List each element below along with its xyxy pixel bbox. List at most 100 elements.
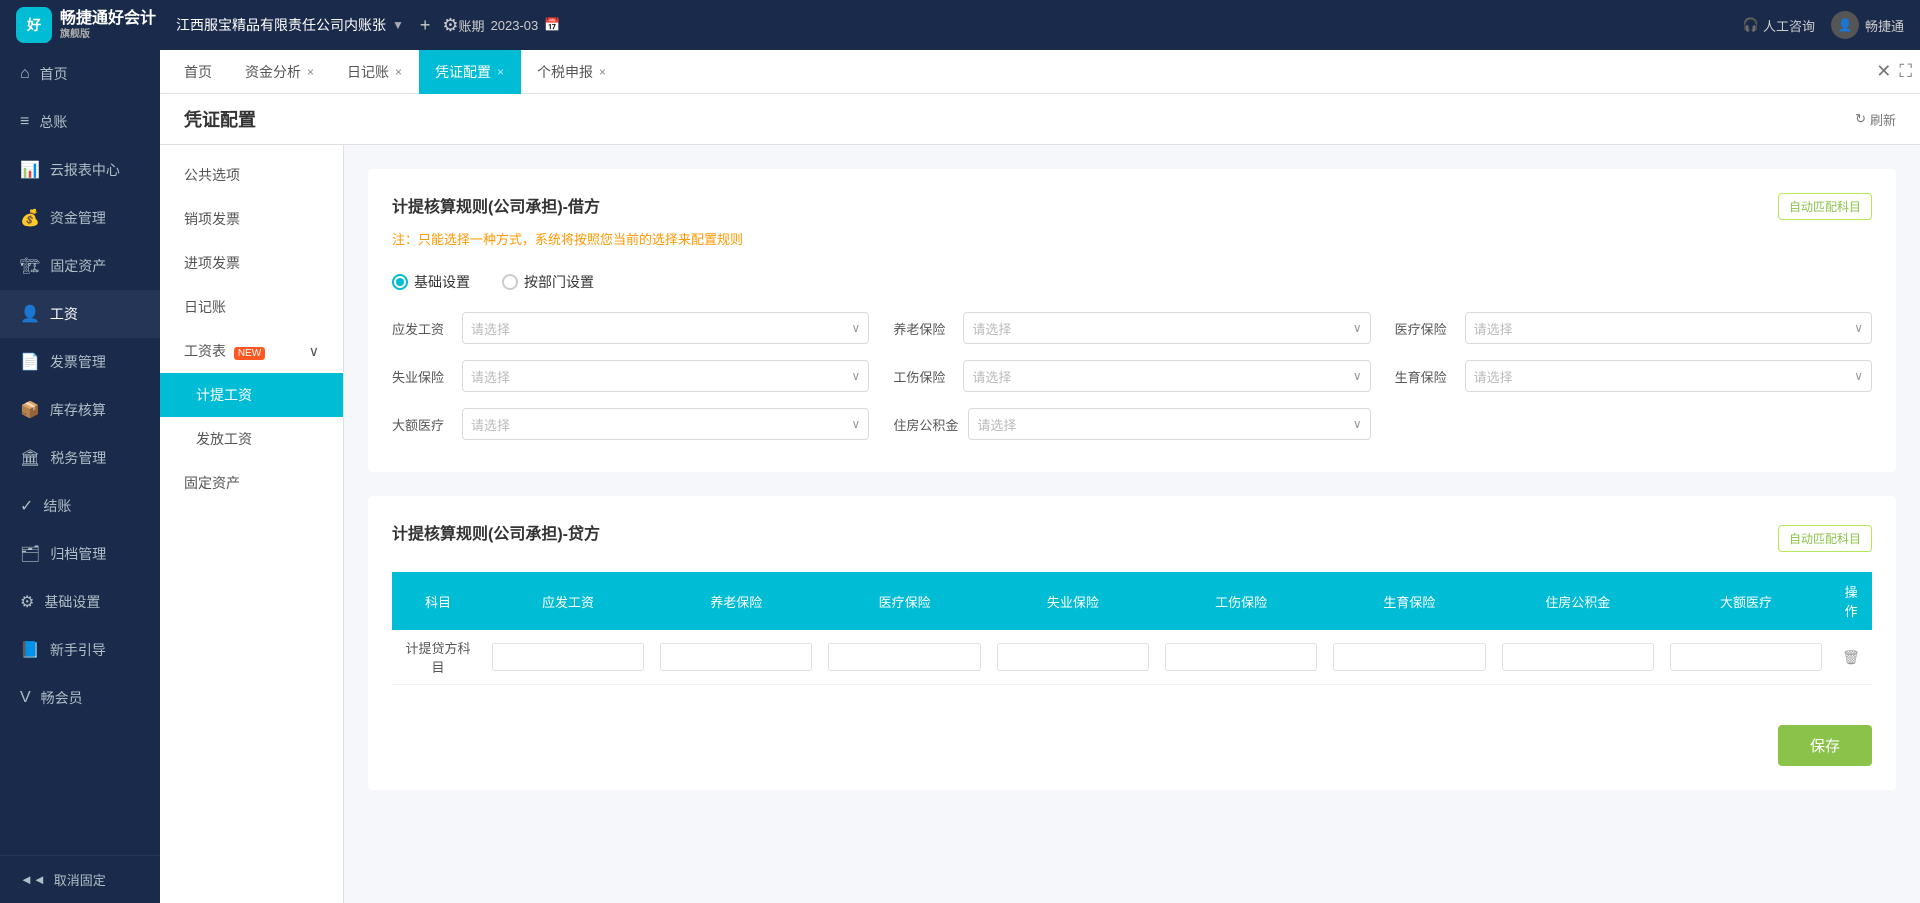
tab-home[interactable]: 首页 bbox=[168, 50, 229, 94]
credit-section: 计提核算规则(公司承担)-贷方 自动匹配科目 科目 应发工资 养老保险 医疗保险 bbox=[368, 496, 1896, 790]
tab-journal-close-icon[interactable]: × bbox=[395, 65, 402, 79]
col-injury: 工伤保险 bbox=[1157, 572, 1325, 630]
tab-journal[interactable]: 日记账 × bbox=[331, 50, 419, 94]
support-link[interactable]: 🎧 人工咨询 bbox=[1743, 16, 1815, 35]
sidebar-item-tax[interactable]: 🏛 税务管理 bbox=[0, 434, 160, 482]
page-title: 凭证配置 bbox=[184, 106, 256, 132]
sidebar-label-tax: 税务管理 bbox=[50, 448, 106, 468]
sidebar-label-assets: 固定资产 bbox=[50, 256, 106, 276]
sidebar-item-assets[interactable]: 🏗 固定资产 bbox=[0, 242, 160, 290]
large-medical-select[interactable]: 请选择 ∨ bbox=[462, 408, 869, 440]
cancel-pin-button[interactable]: ◄◄ 取消固定 bbox=[0, 855, 160, 903]
tab-voucher-config[interactable]: 凭证配置 × bbox=[419, 50, 521, 94]
medical-select[interactable]: 请选择 ∨ bbox=[1465, 312, 1872, 344]
company-chevron-icon: ▼ bbox=[392, 18, 404, 32]
add-button[interactable]: + bbox=[420, 15, 431, 36]
settings-button[interactable]: ⚙ bbox=[442, 15, 458, 36]
sidebar-item-guide[interactable]: 📘 新手引导 bbox=[0, 626, 160, 674]
save-button[interactable]: 保存 bbox=[1778, 725, 1872, 766]
field-injury: 工伤保险 请选择 ∨ bbox=[893, 360, 1370, 392]
housing-fund-select[interactable]: 请选择 ∨ bbox=[968, 408, 1370, 440]
main-layout: ⌂ 首页 ≡ 总账 📊 云报表中心 💰 资金管理 🏗 固定资产 👤 工资 📄 发… bbox=[0, 50, 1920, 903]
tab-tax-report[interactable]: 个税申报 × bbox=[521, 50, 623, 94]
sidebar-item-settings[interactable]: ⚙ 基础设置 bbox=[0, 578, 160, 626]
logo-icon: 好 bbox=[16, 7, 52, 43]
page-header: 凭证配置 ↻ 刷新 bbox=[160, 94, 1920, 145]
radio-department[interactable]: 按部门设置 bbox=[502, 272, 594, 292]
tab-voucher-close-icon[interactable]: × bbox=[497, 65, 504, 79]
sidebar-label-close: 结账 bbox=[43, 496, 71, 516]
company-selector[interactable]: 江西服宝精品有限责任公司内账张 ▼ bbox=[176, 15, 404, 35]
guide-icon: 📘 bbox=[20, 640, 40, 660]
sidebar-item-ledger[interactable]: ≡ 总账 bbox=[0, 98, 160, 146]
expand-icon: ∨ bbox=[309, 343, 319, 360]
sub-menu-sales-invoice[interactable]: 销项发票 bbox=[160, 197, 343, 241]
tab-tax-close-icon[interactable]: × bbox=[599, 65, 606, 79]
sub-menu-purchase-invoice[interactable]: 进项发票 bbox=[160, 241, 343, 285]
auto-match-credit-button[interactable]: 自动匹配科目 bbox=[1778, 525, 1872, 552]
ledger-icon: ≡ bbox=[20, 113, 29, 131]
tab-funds-analysis[interactable]: 资金分析 × bbox=[229, 50, 331, 94]
sub-menu-fixed-assets[interactable]: 固定资产 bbox=[160, 461, 343, 505]
maternity-select[interactable]: 请选择 ∨ bbox=[1465, 360, 1872, 392]
gross-salary-select[interactable]: 请选择 ∨ bbox=[462, 312, 869, 344]
housing-fund-placeholder: 请选择 bbox=[977, 415, 1016, 434]
avatar: 👤 bbox=[1831, 11, 1859, 39]
logo-sub: 旗舰版 bbox=[60, 29, 156, 41]
input-housing[interactable] bbox=[1502, 643, 1654, 671]
field-housing-fund: 住房公积金 请选择 ∨ bbox=[893, 408, 1370, 440]
refresh-button[interactable]: ↻ 刷新 bbox=[1855, 110, 1896, 129]
invoice-icon: 📄 bbox=[20, 352, 40, 372]
sidebar-item-member[interactable]: V 畅会员 bbox=[0, 674, 160, 722]
sidebar-item-invoice[interactable]: 📄 发票管理 bbox=[0, 338, 160, 386]
radio-dept-label: 按部门设置 bbox=[524, 272, 594, 292]
sub-menu-payment[interactable]: 发放工资 bbox=[160, 417, 343, 461]
input-unemployment[interactable] bbox=[997, 643, 1149, 671]
cell-gross-input bbox=[484, 630, 652, 685]
input-injury[interactable] bbox=[1165, 643, 1317, 671]
pension-select[interactable]: 请选择 ∨ bbox=[963, 312, 1370, 344]
funds-icon: 💰 bbox=[20, 208, 40, 228]
cell-action: 🗑 bbox=[1830, 630, 1872, 685]
sidebar-label-inventory: 库存核算 bbox=[50, 400, 106, 420]
radio-basic[interactable]: 基础设置 bbox=[392, 272, 470, 292]
sidebar-item-reports[interactable]: 📊 云报表中心 bbox=[0, 146, 160, 194]
user-menu[interactable]: 👤 畅捷通 bbox=[1831, 11, 1904, 39]
sidebar-item-inventory[interactable]: 📦 库存核算 bbox=[0, 386, 160, 434]
input-medical[interactable] bbox=[828, 643, 980, 671]
input-maternity[interactable] bbox=[1333, 643, 1485, 671]
refresh-icon: ↻ bbox=[1855, 111, 1866, 127]
medical-chevron-icon: ∨ bbox=[1854, 321, 1863, 335]
unemployment-label: 失业保险 bbox=[392, 367, 452, 386]
maternity-label: 生育保险 bbox=[1395, 367, 1455, 386]
sidebar-item-funds[interactable]: 💰 资金管理 bbox=[0, 194, 160, 242]
col-gross: 应发工资 bbox=[484, 572, 652, 630]
col-action: 操作 bbox=[1830, 572, 1872, 630]
sidebar-item-salary[interactable]: 👤 工资 bbox=[0, 290, 160, 338]
injury-select[interactable]: 请选择 ∨ bbox=[963, 360, 1370, 392]
sub-menu-salary-table[interactable]: 工资表 NEW ∨ bbox=[160, 329, 343, 373]
tab-close-button[interactable]: ✕ bbox=[1876, 61, 1891, 82]
sub-menu-journal[interactable]: 日记账 bbox=[160, 285, 343, 329]
input-large-med[interactable] bbox=[1670, 643, 1822, 671]
delete-row-icon[interactable]: 🗑 bbox=[1842, 649, 1860, 665]
cell-unemployment-input bbox=[989, 630, 1157, 685]
company-name: 江西服宝精品有限责任公司内账张 bbox=[176, 15, 386, 35]
page-content: 凭证配置 ↻ 刷新 公共选项 销项发票 进项发票 日记账 工资表 NEW bbox=[160, 94, 1920, 903]
input-gross[interactable] bbox=[492, 643, 644, 671]
cell-housing-input bbox=[1494, 630, 1662, 685]
salary-icon: 👤 bbox=[20, 304, 40, 324]
tab-expand-button[interactable]: ⛶ bbox=[1899, 61, 1912, 82]
period-selector[interactable]: 账期 2023-03 📅 bbox=[459, 16, 561, 35]
sidebar-item-home[interactable]: ⌂ 首页 bbox=[0, 50, 160, 98]
tab-funds-close-icon[interactable]: × bbox=[307, 65, 314, 79]
medical-label: 医疗保险 bbox=[1395, 319, 1455, 338]
sub-menu-accrual[interactable]: 计提工资 bbox=[160, 373, 343, 417]
unemployment-select[interactable]: 请选择 ∨ bbox=[462, 360, 869, 392]
sub-menu-public[interactable]: 公共选项 bbox=[160, 153, 343, 197]
auto-match-debit-button[interactable]: 自动匹配科目 bbox=[1778, 193, 1872, 220]
period-value: 2023-03 bbox=[491, 18, 539, 33]
sidebar-item-archive[interactable]: 🗂 归档管理 bbox=[0, 530, 160, 578]
sidebar-item-close[interactable]: ✓ 结账 bbox=[0, 482, 160, 530]
input-pension[interactable] bbox=[660, 643, 812, 671]
